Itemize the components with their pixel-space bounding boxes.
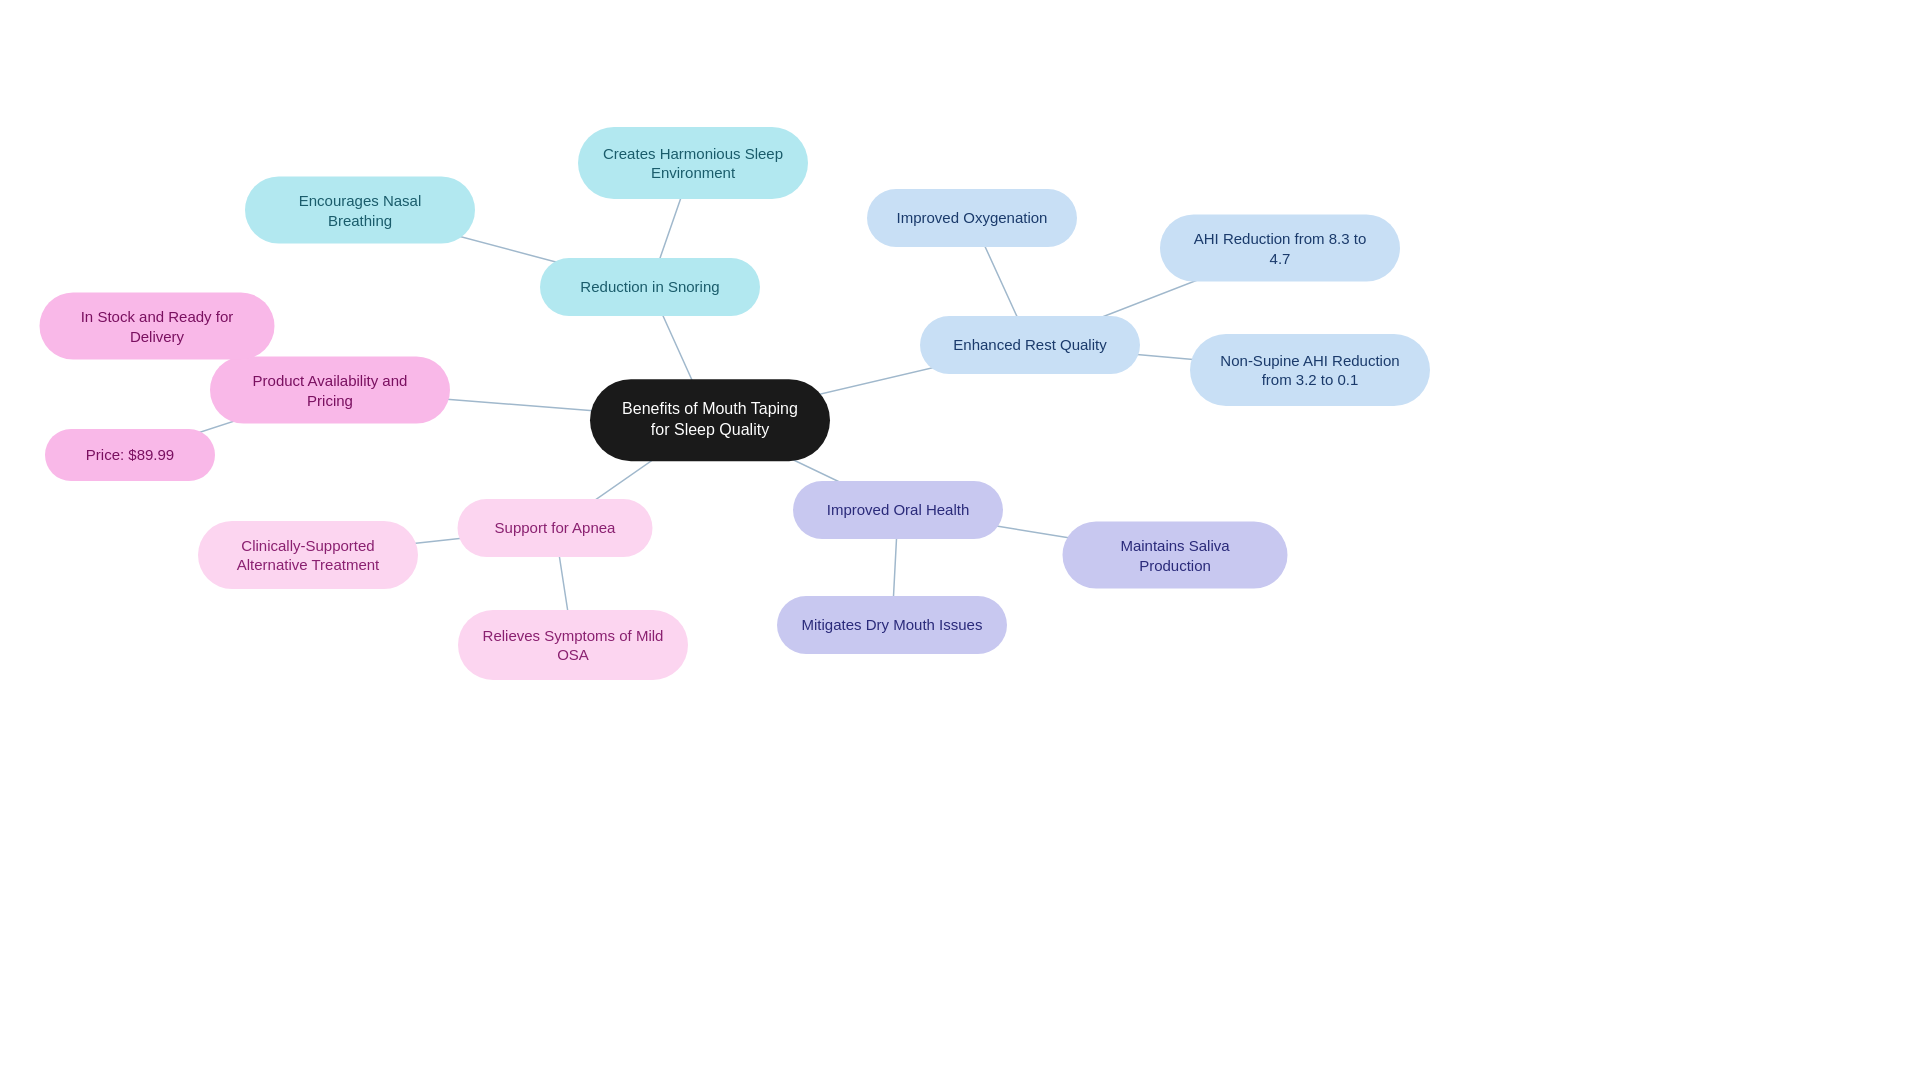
node-price: Price: $89.99 [45,429,215,481]
node-ahi_reduction: AHI Reduction from 8.3 to 4.7 [1160,215,1400,282]
node-non_supine: Non-Supine AHI Reduction from 3.2 to 0.1 [1190,334,1430,406]
node-enhanced_rest: Enhanced Rest Quality [920,316,1140,374]
node-improved_oxygenation: Improved Oxygenation [867,189,1077,247]
node-improved_oral: Improved Oral Health [793,481,1003,539]
node-creates_harmonious: Creates Harmonious Sleep Environment [578,127,808,199]
node-support_apnea: Support for Apnea [458,499,653,557]
node-center: Benefits of Mouth Taping for Sleep Quali… [590,379,830,461]
node-encourages_nasal: Encourages Nasal Breathing [245,177,475,244]
node-maintains_saliva: Maintains Saliva Production [1063,522,1288,589]
node-clinically_supported: Clinically-Supported Alternative Treatme… [198,521,418,589]
node-relieves_symptoms: Relieves Symptoms of Mild OSA [458,610,688,680]
node-reduction_snoring: Reduction in Snoring [540,258,760,316]
node-in_stock: In Stock and Ready for Delivery [40,293,275,360]
mindmap-container: Benefits of Mouth Taping for Sleep Quali… [0,0,1920,1083]
node-product_availability: Product Availability and Pricing [210,357,450,424]
node-mitigates_dry: Mitigates Dry Mouth Issues [777,596,1007,654]
